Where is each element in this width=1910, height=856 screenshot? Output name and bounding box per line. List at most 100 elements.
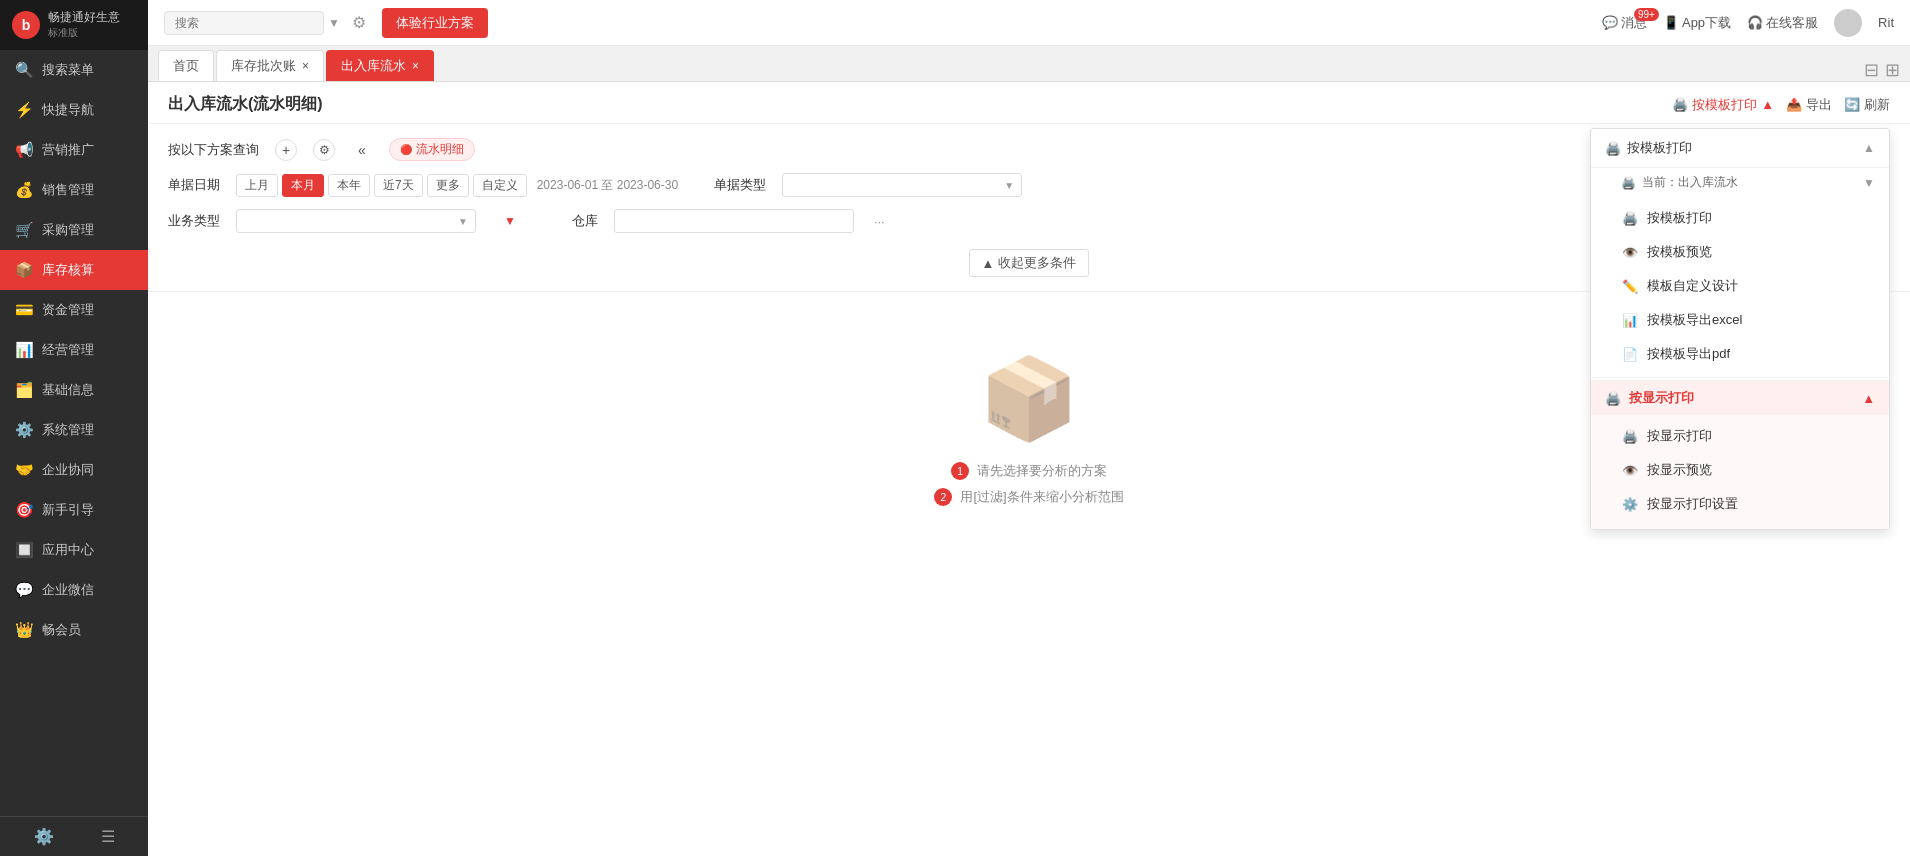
date-tag-this-year[interactable]: 本年: [328, 174, 370, 197]
sidebar-item-app-center[interactable]: 🔲 应用中心: [0, 530, 148, 570]
tab-home[interactable]: 首页: [158, 50, 214, 81]
print-template-btn[interactable]: 🖨️ 按模板打印 ▲: [1672, 96, 1774, 114]
sidebar-settings-btn[interactable]: ⚙️: [34, 827, 54, 846]
date-label: 单据日期: [168, 176, 220, 194]
warehouse-input[interactable]: [614, 209, 854, 233]
tab-flow-close[interactable]: ×: [412, 59, 419, 73]
collapse-icon: ▲: [982, 256, 995, 271]
sidebar-item-system[interactable]: ⚙️ 系统管理: [0, 410, 148, 450]
operation-icon: 📊: [14, 340, 34, 360]
logo-name: 畅捷通好生意: [48, 10, 120, 26]
dp-display-section-icon: 🖨️: [1605, 391, 1621, 406]
cooperation-icon: 🤝: [14, 460, 34, 480]
sidebar-item-guide[interactable]: 🎯 新手引导: [0, 490, 148, 530]
dp-header-printer-icon: 🖨️: [1605, 141, 1621, 156]
doc-type-select[interactable]: [782, 173, 1022, 197]
refresh-btn[interactable]: 🔄 刷新: [1844, 96, 1890, 114]
dp-template-export-excel-icon: 📊: [1621, 311, 1639, 329]
enterprise-wx-icon: 💬: [14, 580, 34, 600]
tab-flow[interactable]: 出入库流水 ×: [326, 50, 434, 81]
collapse-more-btn[interactable]: ▲ 收起更多条件: [969, 249, 1090, 277]
dp-collapse-btn[interactable]: ▲: [1863, 141, 1875, 155]
purchase-icon: 🛒: [14, 220, 34, 240]
date-tag-last-month[interactable]: 上月: [236, 174, 278, 197]
filter-label: 按以下方案查询: [168, 141, 259, 159]
dp-template-custom-item[interactable]: ✏️ 模板自定义设计: [1591, 269, 1889, 303]
sidebar-item-sales[interactable]: 💰 销售管理: [0, 170, 148, 210]
date-tag-custom[interactable]: 自定义: [473, 174, 527, 197]
business-type-label: 业务类型: [168, 212, 220, 230]
tab-batch[interactable]: 库存批次账 ×: [216, 50, 324, 81]
tab-batch-close[interactable]: ×: [302, 59, 309, 73]
dp-template-export-pdf-item[interactable]: 📄 按模板导出pdf: [1591, 337, 1889, 371]
sidebar-item-quick-nav[interactable]: ⚡ 快捷导航: [0, 90, 148, 130]
sidebar-item-basic[interactable]: 🗂️ 基础信息: [0, 370, 148, 410]
current-chevron-icon: ▼: [1863, 176, 1875, 190]
empty-step-2: 2 用[过滤]条件来缩小分析范围: [934, 488, 1123, 506]
app-icon: 📱: [1663, 15, 1679, 30]
sidebar-item-inventory[interactable]: 📦 库存核算: [0, 250, 148, 290]
dp-template-print-item[interactable]: 🖨️ 按模板打印: [1591, 201, 1889, 235]
filter-settings-btn[interactable]: ⚙: [313, 139, 335, 161]
username-label[interactable]: Rit: [1878, 15, 1894, 30]
date-range: 2023-06-01 至 2023-06-30: [537, 177, 678, 194]
system-icon: ⚙️: [14, 420, 34, 440]
dp-display-preview-icon: 👁️: [1621, 461, 1639, 479]
app-download-btn[interactable]: 📱 App下载: [1663, 14, 1731, 32]
business-type-more[interactable]: ▼: [504, 214, 516, 228]
sidebar-item-search[interactable]: 🔍 搜索菜单: [0, 50, 148, 90]
online-service-btn[interactable]: 🎧 在线客服: [1747, 14, 1818, 32]
headset-icon: 🎧: [1747, 15, 1763, 30]
export-btn[interactable]: 📤 导出: [1786, 96, 1832, 114]
avatar[interactable]: [1834, 9, 1862, 37]
sidebar-item-cooperation[interactable]: 🤝 企业协同: [0, 450, 148, 490]
page-header: 出入库流水(流水明细) 🖨️ 按模板打印 ▲ 📤 导出 🔄 刷新: [148, 82, 1910, 124]
sidebar-item-operation[interactable]: 📊 经营管理: [0, 330, 148, 370]
sales-icon: 💰: [14, 180, 34, 200]
dp-display-collapse-icon: ▲: [1862, 391, 1875, 406]
filter-chip[interactable]: 🔴 流水明细: [389, 138, 475, 161]
page-content: 出入库流水(流水明细) 🖨️ 按模板打印 ▲ 📤 导出 🔄 刷新: [148, 82, 1910, 856]
dp-template-preview-item[interactable]: 👁️ 按模板预览: [1591, 235, 1889, 269]
step-1-num: 1: [951, 462, 969, 480]
search-input[interactable]: [164, 11, 324, 35]
sidebar-logo: b 畅捷通好生意 标准版: [0, 0, 148, 50]
dp-display-print-settings-item[interactable]: ⚙️ 按显示打印设置: [1591, 487, 1889, 521]
sidebar-bottom: ⚙️ ☰: [0, 816, 148, 856]
minimize-icon[interactable]: ⊟: [1864, 59, 1879, 81]
dropdown-panel: 🖨️ 按模板打印 ▲ 🖨️ 当前：出入库流水 ▼ 🖨️: [1590, 128, 1890, 530]
finance-icon: 💳: [14, 300, 34, 320]
business-type-select[interactable]: [236, 209, 476, 233]
dp-display-preview-item[interactable]: 👁️ 按显示预览: [1591, 453, 1889, 487]
dp-display-print-item[interactable]: 🖨️ 按显示打印: [1591, 419, 1889, 453]
expand-icon[interactable]: ⊞: [1885, 59, 1900, 81]
printer-icon: 🖨️: [1672, 97, 1688, 112]
sidebar-item-purchase[interactable]: 🛒 采购管理: [0, 210, 148, 250]
header-search-area: ▼ ⚙ 体验行业方案: [164, 8, 1602, 38]
dp-header: 🖨️ 按模板打印 ▲: [1591, 129, 1889, 168]
sidebar-item-enterprise-wx[interactable]: 💬 企业微信: [0, 570, 148, 610]
tab-batch-label: 库存批次账: [231, 57, 296, 75]
filter-add-btn[interactable]: +: [275, 139, 297, 161]
date-tag-this-month[interactable]: 本月: [282, 174, 324, 197]
dp-display-export-excel-item[interactable]: 📊 按显示导出excel: [1591, 521, 1889, 529]
quick-nav-icon: ⚡: [14, 100, 34, 120]
date-tag-7days[interactable]: 近7天: [374, 174, 423, 197]
message-icon: 💬: [1602, 15, 1618, 30]
date-tag-more[interactable]: 更多: [427, 174, 469, 197]
sidebar-item-finance[interactable]: 💳 资金管理: [0, 290, 148, 330]
industry-btn[interactable]: 体验行业方案: [382, 8, 488, 38]
filter-collapse-btn[interactable]: «: [351, 139, 373, 161]
empty-illustration: 📦: [979, 352, 1079, 446]
search-dropdown-icon[interactable]: ▼: [328, 16, 340, 30]
dp-display-section-title[interactable]: 🖨️ 按显示打印 ▲: [1591, 380, 1889, 415]
dp-template-export-excel-item[interactable]: 📊 按模板导出excel: [1591, 303, 1889, 337]
settings-icon[interactable]: ⚙: [352, 13, 366, 32]
page-title: 出入库流水(流水明细): [168, 94, 323, 115]
message-btn[interactable]: 💬 消息 99+: [1602, 14, 1647, 32]
warehouse-more-btn[interactable]: ···: [874, 214, 885, 229]
tab-bar: 首页 库存批次账 × 出入库流水 × ⊟ ⊞: [148, 46, 1910, 82]
sidebar-menu-btn[interactable]: ☰: [101, 827, 115, 846]
sidebar-item-marketing[interactable]: 📢 营销推广: [0, 130, 148, 170]
sidebar-item-vip[interactable]: 👑 畅会员: [0, 610, 148, 650]
